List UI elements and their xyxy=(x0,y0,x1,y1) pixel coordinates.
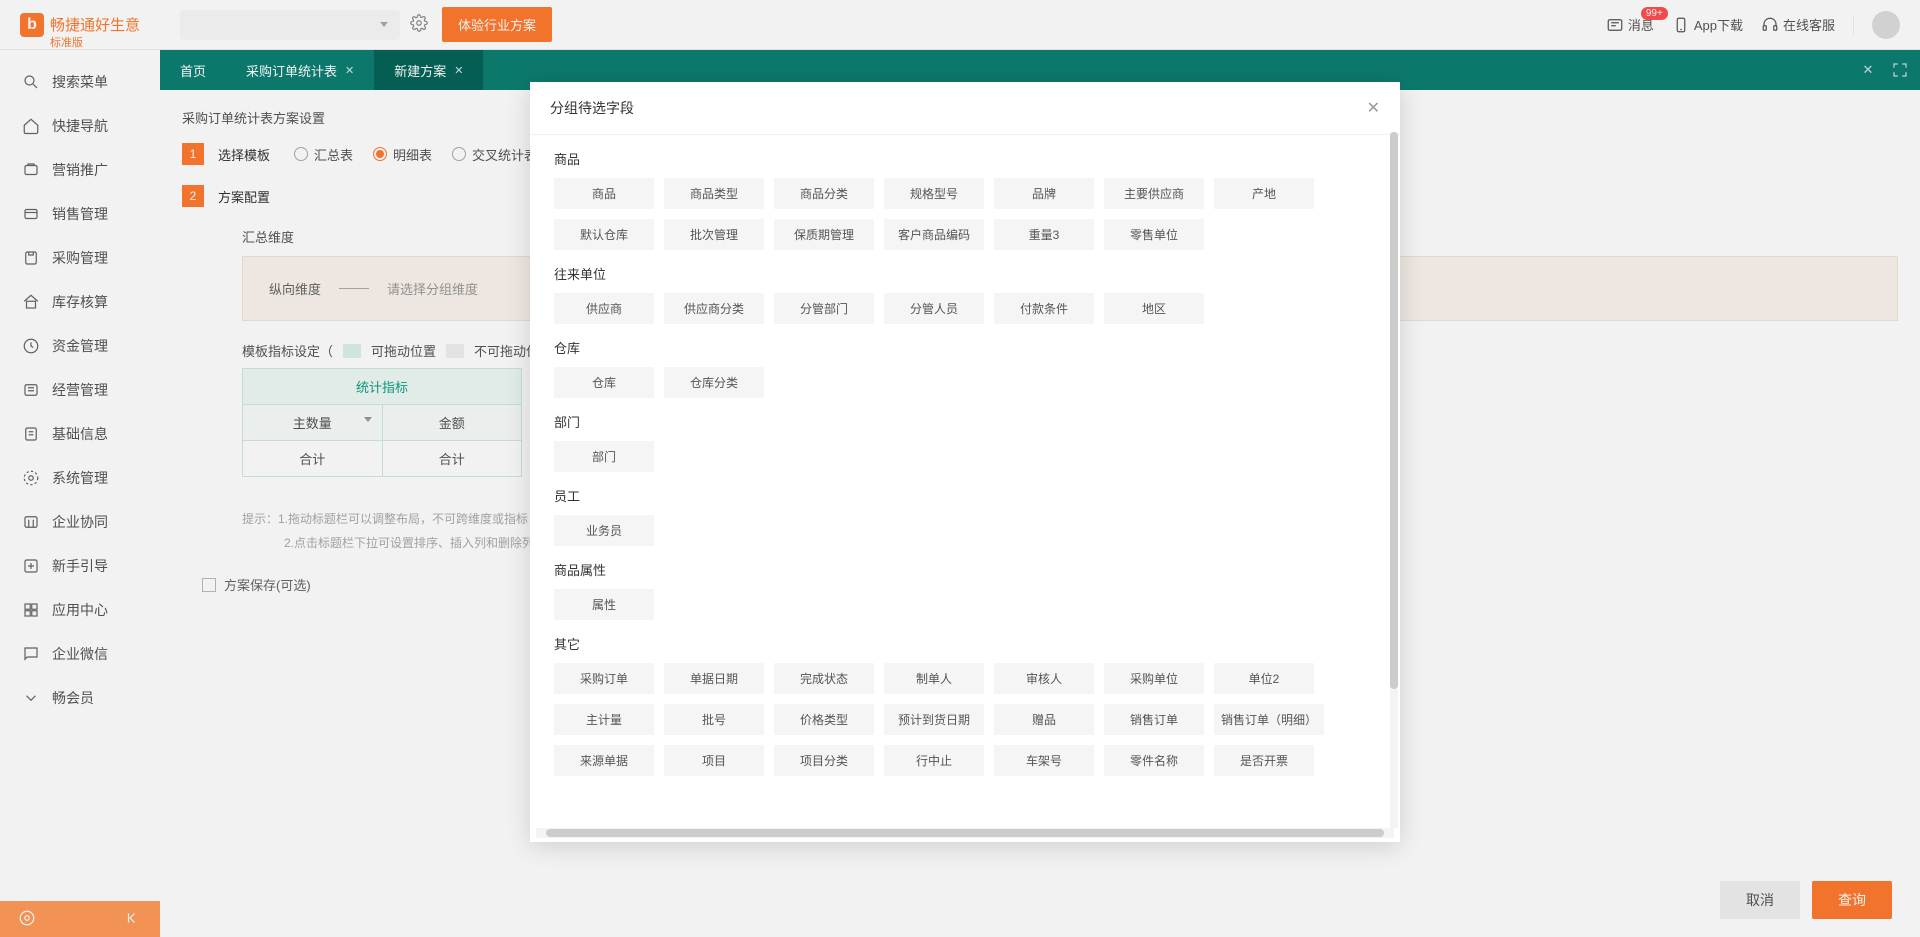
field-chip[interactable]: 属性 xyxy=(554,589,654,620)
field-chip[interactable]: 供应商分类 xyxy=(664,293,764,324)
field-chip[interactable]: 客户商品编码 xyxy=(884,219,984,250)
group-title: 其它 xyxy=(554,634,1376,653)
chip-row: 属性 xyxy=(554,589,1376,620)
field-group: 商品商品商品类型商品分类规格型号品牌主要供应商产地默认仓库批次管理保质期管理客户… xyxy=(554,149,1376,250)
field-chip[interactable]: 默认仓库 xyxy=(554,219,654,250)
group-title: 商品 xyxy=(554,149,1376,168)
chip-row: 业务员 xyxy=(554,515,1376,546)
field-group: 部门部门 xyxy=(554,412,1376,472)
field-chip[interactable]: 采购单位 xyxy=(1104,663,1204,694)
field-chip[interactable]: 部门 xyxy=(554,441,654,472)
modal-title: 分组待选字段 xyxy=(550,98,634,118)
field-chip[interactable]: 行中止 xyxy=(884,745,984,776)
field-chip[interactable]: 主要供应商 xyxy=(1104,178,1204,209)
field-chip[interactable]: 是否开票 xyxy=(1214,745,1314,776)
field-chip[interactable]: 预计到货日期 xyxy=(884,704,984,735)
field-chip[interactable]: 制单人 xyxy=(884,663,984,694)
chip-row: 仓库仓库分类 xyxy=(554,367,1376,398)
field-group: 商品属性属性 xyxy=(554,560,1376,620)
field-chip[interactable]: 产地 xyxy=(1214,178,1314,209)
field-chip[interactable]: 单位2 xyxy=(1214,663,1314,694)
group-title: 员工 xyxy=(554,486,1376,505)
field-chip[interactable]: 零售单位 xyxy=(1104,219,1204,250)
field-chip[interactable]: 价格类型 xyxy=(774,704,874,735)
field-chip[interactable]: 车架号 xyxy=(994,745,1094,776)
field-chip[interactable]: 分管人员 xyxy=(884,293,984,324)
field-chip[interactable]: 付款条件 xyxy=(994,293,1094,324)
field-group: 仓库仓库仓库分类 xyxy=(554,338,1376,398)
field-chip[interactable]: 供应商 xyxy=(554,293,654,324)
field-chip[interactable]: 批次管理 xyxy=(664,219,764,250)
group-title: 仓库 xyxy=(554,338,1376,357)
field-chip[interactable]: 赠品 xyxy=(994,704,1094,735)
field-chip[interactable]: 商品分类 xyxy=(774,178,874,209)
field-chip[interactable]: 来源单据 xyxy=(554,745,654,776)
group-title: 商品属性 xyxy=(554,560,1376,579)
field-chip[interactable]: 业务员 xyxy=(554,515,654,546)
field-chip[interactable]: 地区 xyxy=(1104,293,1204,324)
group-title: 往来单位 xyxy=(554,264,1376,283)
field-chip[interactable]: 仓库分类 xyxy=(664,367,764,398)
field-chip[interactable]: 批号 xyxy=(664,704,764,735)
chip-row: 采购订单单据日期完成状态制单人审核人采购单位单位2 主计量批号价格类型预计到货日期… xyxy=(554,663,1376,776)
chip-row: 部门 xyxy=(554,441,1376,472)
modal-close-button[interactable]: ✕ xyxy=(1367,98,1380,118)
field-chip[interactable]: 主计量 xyxy=(554,704,654,735)
field-chip[interactable]: 零件名称 xyxy=(1104,745,1204,776)
field-chip[interactable]: 单据日期 xyxy=(664,663,764,694)
field-chip[interactable]: 品牌 xyxy=(994,178,1094,209)
field-chip[interactable]: 销售订单 xyxy=(1104,704,1204,735)
group-title: 部门 xyxy=(554,412,1376,431)
field-group: 其它采购订单单据日期完成状态制单人审核人采购单位单位2 主计量批号价格类型预计到货… xyxy=(554,634,1376,776)
chip-row: 供应商供应商分类分管部门分管人员付款条件地区 xyxy=(554,293,1376,324)
field-chip[interactable]: 商品 xyxy=(554,178,654,209)
field-chip[interactable]: 保质期管理 xyxy=(774,219,874,250)
field-picker-modal: 分组待选字段 ✕ 商品商品商品类型商品分类规格型号品牌主要供应商产地默认仓库批次… xyxy=(530,82,1400,842)
chip-row: 商品商品类型商品分类规格型号品牌主要供应商产地默认仓库批次管理保质期管理客户商品… xyxy=(554,178,1376,250)
field-chip[interactable]: 项目分类 xyxy=(774,745,874,776)
field-chip[interactable]: 完成状态 xyxy=(774,663,874,694)
field-chip[interactable]: 仓库 xyxy=(554,367,654,398)
modal-body: 商品商品商品类型商品分类规格型号品牌主要供应商产地默认仓库批次管理保质期管理客户… xyxy=(530,135,1400,842)
modal-scrollbar-h[interactable] xyxy=(536,828,1394,838)
field-chip[interactable]: 规格型号 xyxy=(884,178,984,209)
field-group: 往来单位供应商供应商分类分管部门分管人员付款条件地区 xyxy=(554,264,1376,324)
field-chip[interactable]: 重量3 xyxy=(994,219,1094,250)
field-chip[interactable]: 销售订单（明细） xyxy=(1214,704,1324,735)
field-chip[interactable]: 项目 xyxy=(664,745,764,776)
modal-head: 分组待选字段 ✕ xyxy=(530,82,1400,135)
field-group: 员工业务员 xyxy=(554,486,1376,546)
modal-scrollbar-v[interactable] xyxy=(1390,132,1398,828)
field-chip[interactable]: 分管部门 xyxy=(774,293,874,324)
field-chip[interactable]: 审核人 xyxy=(994,663,1094,694)
field-chip[interactable]: 采购订单 xyxy=(554,663,654,694)
field-chip[interactable]: 商品类型 xyxy=(664,178,764,209)
